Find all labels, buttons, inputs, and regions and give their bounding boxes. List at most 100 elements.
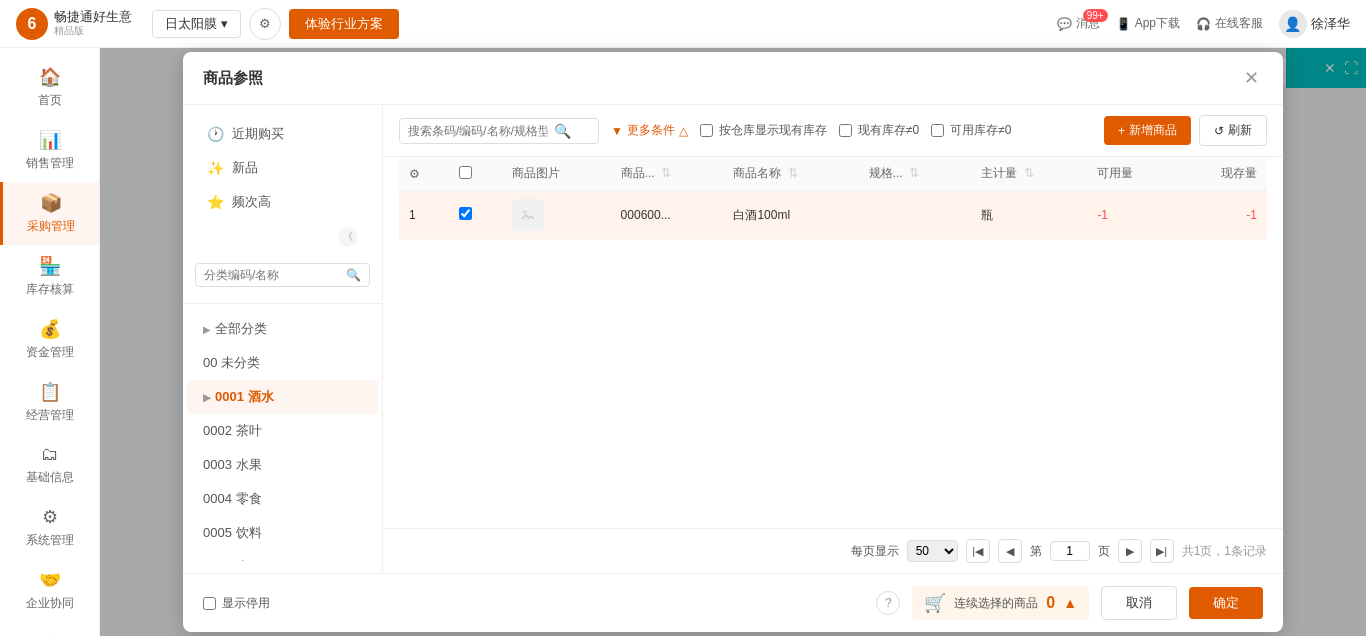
product-toolbar: 🔍 ▼ 更多条件 △ 按仓库显示现有库存: [383, 105, 1283, 157]
non-zero-stock-label[interactable]: 现有库存≠0: [858, 122, 919, 139]
filter-icon: ▼: [611, 124, 623, 138]
branch-dropdown[interactable]: 日太阳膜 ▾: [152, 10, 241, 38]
app-download-button[interactable]: 📱 App下载: [1116, 15, 1180, 32]
sidebar-item-operations[interactable]: 📋 经营管理: [0, 371, 99, 434]
category-item-drink[interactable]: 0005 饮料: [187, 516, 378, 550]
new-product-button[interactable]: + 新增商品: [1104, 116, 1191, 145]
cell-checkbox[interactable]: [449, 191, 502, 240]
sidebar-item-basic-info[interactable]: 🗂 基础信息: [0, 434, 99, 496]
last-page-button[interactable]: ▶|: [1150, 539, 1174, 563]
category-item-water[interactable]: 0008 水: [187, 550, 378, 561]
col-settings[interactable]: ⚙: [399, 157, 449, 191]
sidebar-item-purchase[interactable]: 📦 采购管理: [0, 182, 99, 245]
cancel-button[interactable]: 取消: [1101, 586, 1177, 620]
col-checkbox: [449, 157, 502, 191]
trial-button[interactable]: 体验行业方案: [289, 9, 399, 39]
table-row[interactable]: 1 000600... 白酒100ml: [399, 191, 1267, 240]
category-item-liquor[interactable]: ▶ 0001 酒水: [187, 380, 378, 414]
logo: 6 畅捷通好生意 精品版: [16, 8, 132, 40]
home-icon: 🏠: [39, 66, 61, 88]
modal-footer: 显示停用 ? 🛒 连续选择的商品 0 ▲ 取消 确定: [183, 573, 1283, 632]
cell-name: 白酒100ml: [723, 191, 858, 240]
avatar: 👤: [1279, 10, 1307, 38]
cell-index: 1: [399, 191, 449, 240]
category-search-icon[interactable]: 🔍: [346, 268, 361, 282]
cart-collapse-icon[interactable]: ▲: [1063, 595, 1077, 611]
category-item-tea[interactable]: 0002 茶叶: [187, 414, 378, 448]
prev-page-button[interactable]: ◀: [998, 539, 1022, 563]
sidebar-item-sales[interactable]: 📊 销售管理: [0, 119, 99, 182]
confirm-button[interactable]: 确定: [1189, 587, 1263, 619]
category-list: ▶ 全部分类 00 未分类 ▶ 0001 酒水 0002 茶: [183, 312, 382, 561]
help-button[interactable]: ?: [876, 591, 900, 615]
select-all-checkbox[interactable]: [459, 166, 472, 179]
page-input[interactable]: [1050, 541, 1090, 561]
user-menu[interactable]: 👤 徐泽华: [1279, 10, 1350, 38]
show-disabled-checkbox-group[interactable]: 显示停用: [203, 595, 270, 612]
messages-badge: 99+: [1083, 9, 1108, 22]
col-image: 商品图片: [502, 157, 611, 191]
category-item-all[interactable]: ▶ 全部分类: [187, 312, 378, 346]
system-icon: ⚙: [42, 506, 58, 528]
sidebar-item-enterprise[interactable]: 🤝 企业协同: [0, 559, 99, 622]
stock-filter-group: 按仓库显示现有库存: [700, 122, 827, 139]
svg-rect-0: [518, 205, 538, 225]
product-search-icon[interactable]: 🔍: [554, 123, 571, 139]
category-search-box: 🔍: [195, 263, 370, 287]
row-checkbox[interactable]: [459, 207, 472, 220]
sidebar-item-home[interactable]: 🏠 首页: [0, 56, 99, 119]
quick-link-frequent[interactable]: ⭐ 频次高: [195, 185, 370, 219]
page-size-select[interactable]: 50 20 100: [907, 540, 958, 562]
show-existing-stock-checkbox[interactable]: [700, 124, 713, 137]
non-zero-available-checkbox[interactable]: [931, 124, 944, 137]
modal-header: 商品参照 ✕: [183, 52, 1283, 105]
modal-title: 商品参照: [203, 69, 263, 88]
show-existing-stock-label[interactable]: 按仓库显示现有库存: [719, 122, 827, 139]
quick-link-new[interactable]: ✨ 新品: [195, 151, 370, 185]
first-page-button[interactable]: |◀: [966, 539, 990, 563]
operations-icon: 📋: [39, 381, 61, 403]
sort-icon-code: ⇅: [661, 166, 671, 180]
col-stock: 现存量: [1177, 157, 1267, 191]
pagination: 每页显示 50 20 100 |◀ ◀ 第 页 ▶: [383, 528, 1283, 573]
messages-button[interactable]: 💬 消息 99+: [1057, 15, 1100, 32]
divider: [183, 303, 382, 304]
category-item-snack[interactable]: 0004 零食: [187, 482, 378, 516]
page-label: 第: [1030, 543, 1042, 560]
settings-icon[interactable]: ⚙: [249, 8, 281, 40]
category-item-unclassified[interactable]: 00 未分类: [187, 346, 378, 380]
sidebar-item-finance[interactable]: 💰 资金管理: [0, 308, 99, 371]
non-zero-stock-checkbox[interactable]: [839, 124, 852, 137]
col-available: 可用量: [1087, 157, 1177, 191]
col-unit[interactable]: 主计量 ⇅: [971, 157, 1087, 191]
refresh-button[interactable]: ↺ 刷新: [1199, 115, 1267, 146]
product-reference-modal: 商品参照 ✕ 🕐 近期购买 ✨ 新: [183, 52, 1283, 632]
next-page-button[interactable]: ▶: [1118, 539, 1142, 563]
online-service-button[interactable]: 🎧 在线客服: [1196, 15, 1263, 32]
product-table-area: ⚙ 商品图片 商品... ⇅ 商品名称 ⇅ 规格... ⇅ 主计量 ⇅ 可用量: [383, 157, 1283, 528]
sort-icon-unit: ⇅: [1024, 166, 1034, 180]
product-search-input[interactable]: [408, 124, 548, 138]
sidebar-item-guide[interactable]: 📖 新手引导: [0, 622, 99, 636]
col-code[interactable]: 商品... ⇅: [611, 157, 724, 191]
col-name[interactable]: 商品名称 ⇅: [723, 157, 858, 191]
category-search-input[interactable]: [204, 268, 342, 282]
show-disabled-label[interactable]: 显示停用: [222, 595, 270, 612]
guide-icon: 📖: [39, 632, 61, 636]
modal-close-button[interactable]: ✕: [1239, 66, 1263, 90]
continuous-select-label: 连续选择的商品: [954, 595, 1038, 612]
collapse-left-panel-button[interactable]: 《: [338, 227, 358, 247]
sidebar-item-system[interactable]: ⚙ 系统管理: [0, 496, 99, 559]
non-zero-available-label[interactable]: 可用库存≠0: [950, 122, 1011, 139]
category-item-fruit[interactable]: 0003 水果: [187, 448, 378, 482]
product-search-box: 🔍: [399, 118, 599, 144]
filter-button[interactable]: ▼ 更多条件 △: [611, 122, 688, 139]
col-spec[interactable]: 规格... ⇅: [859, 157, 972, 191]
cart-icon: 🛒: [924, 592, 946, 614]
cart-area[interactable]: 🛒 连续选择的商品 0 ▲: [912, 586, 1089, 620]
quick-link-recent[interactable]: 🕐 近期购买: [195, 117, 370, 151]
chevron-up-icon: △: [679, 124, 688, 138]
logo-icon: 6: [16, 8, 48, 40]
show-disabled-checkbox[interactable]: [203, 597, 216, 610]
sidebar-item-inventory[interactable]: 🏪 库存核算: [0, 245, 99, 308]
